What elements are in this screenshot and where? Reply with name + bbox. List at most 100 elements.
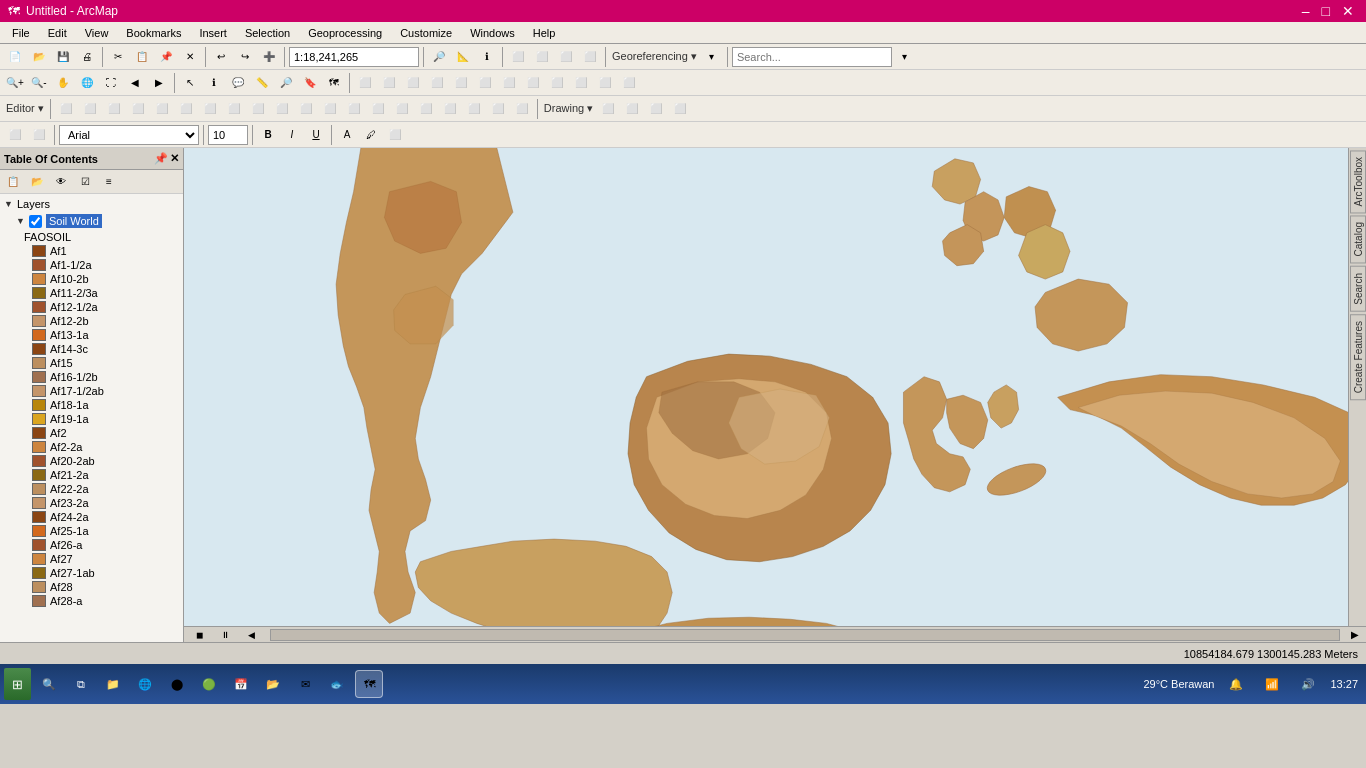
tool11[interactable]: ⬜ <box>594 72 616 94</box>
et2[interactable]: ⬜ <box>79 98 101 120</box>
editor-label[interactable]: Editor ▾ <box>4 102 46 115</box>
taskbar-app4[interactable]: ✉ <box>291 670 319 698</box>
tool3[interactable]: ⬜ <box>402 72 424 94</box>
toc-item-Af25-1a[interactable]: Af25-1a <box>0 524 183 538</box>
georef-label[interactable]: Georeferencing ▾ <box>610 50 699 63</box>
outline-btn[interactable]: ⬜ <box>384 124 406 146</box>
create-features-tab[interactable]: Create Features <box>1350 314 1366 400</box>
et17[interactable]: ⬜ <box>439 98 461 120</box>
toc-item-Af2[interactable]: Af2 <box>0 426 183 440</box>
save-btn[interactable]: 💾 <box>52 46 74 68</box>
taskbar-search-btn[interactable]: 🔍 <box>35 670 63 698</box>
et1[interactable]: ⬜ <box>55 98 77 120</box>
bookmark-btn[interactable]: 🔖 <box>299 72 321 94</box>
taskbar-app5[interactable]: 🐟 <box>323 670 351 698</box>
find-btn[interactable]: 🔎 <box>275 72 297 94</box>
toc-item-Af12-2b[interactable]: Af12-2b <box>0 314 183 328</box>
toc-item-Af16-1/2b[interactable]: Af16-1/2b <box>0 370 183 384</box>
toc-item-Af19-1a[interactable]: Af19-1a <box>0 412 183 426</box>
menu-customize[interactable]: Customize <box>392 25 460 41</box>
notification-btn[interactable]: 🔔 <box>1222 670 1250 698</box>
pan-btn[interactable]: ✋ <box>52 72 74 94</box>
tool9[interactable]: ⬜ <box>546 72 568 94</box>
toc-item-Af2-2a[interactable]: Af2-2a <box>0 440 183 454</box>
undo-btn[interactable]: ↩ <box>210 46 232 68</box>
toc-item-Af15[interactable]: Af15 <box>0 356 183 370</box>
tbtn3[interactable]: ⬜ <box>555 46 577 68</box>
et7[interactable]: ⬜ <box>199 98 221 120</box>
tool10[interactable]: ⬜ <box>570 72 592 94</box>
search-input[interactable] <box>732 47 892 67</box>
add-data-btn[interactable]: ➕ <box>258 46 280 68</box>
font-size-input[interactable] <box>208 125 248 145</box>
route-btn[interactable]: 🗺 <box>323 72 345 94</box>
map-prev-btn[interactable]: ◀ <box>240 624 262 643</box>
toc-pin-btn[interactable]: 📌 <box>154 152 168 165</box>
taskbar-app2[interactable]: 📅 <box>227 670 255 698</box>
underline-btn[interactable]: U <box>305 124 327 146</box>
forward-btn[interactable]: ▶ <box>148 72 170 94</box>
magnify-btn[interactable]: 🔎 <box>428 46 450 68</box>
scroll-right-btn[interactable]: ▶ <box>1344 624 1366 643</box>
tbtn4[interactable]: ⬜ <box>579 46 601 68</box>
toc-list-by-visibility-btn[interactable]: 👁 <box>50 171 72 193</box>
ft0[interactable]: ⬜ <box>4 124 26 146</box>
toc-item-Af18-1a[interactable]: Af18-1a <box>0 398 183 412</box>
toc-item-Af10-2b[interactable]: Af10-2b <box>0 272 183 286</box>
world-btn[interactable]: 🌐 <box>76 72 98 94</box>
et15[interactable]: ⬜ <box>391 98 413 120</box>
toc-item-Af17-1/2ab[interactable]: Af17-1/2ab <box>0 384 183 398</box>
et10[interactable]: ⬜ <box>271 98 293 120</box>
dt1[interactable]: ⬜ <box>597 98 619 120</box>
tool12[interactable]: ⬜ <box>618 72 640 94</box>
toc-item-Af27[interactable]: Af27 <box>0 552 183 566</box>
taskbar-explorer[interactable]: 📁 <box>99 670 127 698</box>
zoom-out-btn[interactable]: 🔍- <box>28 72 50 94</box>
font-color-btn[interactable]: A <box>336 124 358 146</box>
italic-btn[interactable]: I <box>281 124 303 146</box>
taskbar-chrome[interactable]: ⬤ <box>163 670 191 698</box>
et12[interactable]: ⬜ <box>319 98 341 120</box>
tool7[interactable]: ⬜ <box>498 72 520 94</box>
et6[interactable]: ⬜ <box>175 98 197 120</box>
toc-item-Af28-a[interactable]: Af28-a <box>0 594 183 608</box>
toc-list-by-drawing-btn[interactable]: 📋 <box>2 171 24 193</box>
taskbar-taskview-btn[interactable]: ⧉ <box>67 670 95 698</box>
et18[interactable]: ⬜ <box>463 98 485 120</box>
bottom-scroll-track[interactable] <box>270 629 1340 641</box>
dt3[interactable]: ⬜ <box>645 98 667 120</box>
toc-item-Af28[interactable]: Af28 <box>0 580 183 594</box>
taskbar-arcmap[interactable]: 🗺 <box>355 670 383 698</box>
scale-input[interactable] <box>289 47 419 67</box>
menu-windows[interactable]: Windows <box>462 25 523 41</box>
faosoil-item[interactable]: FAOSOIL <box>0 230 183 244</box>
et16[interactable]: ⬜ <box>415 98 437 120</box>
toc-list-by-selection-btn[interactable]: ☑ <box>74 171 96 193</box>
back-btn[interactable]: ◀ <box>124 72 146 94</box>
dt2[interactable]: ⬜ <box>621 98 643 120</box>
toc-item-Af21-2a[interactable]: Af21-2a <box>0 468 183 482</box>
et13[interactable]: ⬜ <box>343 98 365 120</box>
toc-list-by-source-btn[interactable]: 📂 <box>26 171 48 193</box>
tool1[interactable]: ⬜ <box>354 72 376 94</box>
toc-options-btn[interactable]: ≡ <box>98 171 120 193</box>
paste-btn[interactable]: 📌 <box>155 46 177 68</box>
toc-item-Af12-1/2a[interactable]: Af12-1/2a <box>0 300 183 314</box>
highlight-btn[interactable]: 🖊 <box>360 124 382 146</box>
close-button[interactable]: ✕ <box>1338 3 1358 19</box>
menu-file[interactable]: File <box>4 25 38 41</box>
tbtn1[interactable]: ⬜ <box>507 46 529 68</box>
soil-world-checkbox[interactable] <box>29 215 42 228</box>
ft1[interactable]: ⬜ <box>28 124 50 146</box>
georef-dropdown[interactable]: ▾ <box>701 46 723 68</box>
tbtn2[interactable]: ⬜ <box>531 46 553 68</box>
new-btn[interactable]: 📄 <box>4 46 26 68</box>
toc-item-Af22-2a[interactable]: Af22-2a <box>0 482 183 496</box>
full-extent-btn[interactable]: ⛶ <box>100 72 122 94</box>
soil-world-group[interactable]: ▼ Soil World <box>0 212 183 230</box>
identify2-btn[interactable]: ℹ <box>203 72 225 94</box>
network-icon[interactable]: 📶 <box>1258 670 1286 698</box>
tool5[interactable]: ⬜ <box>450 72 472 94</box>
minimize-button[interactable]: – <box>1298 3 1314 19</box>
toc-item-Af23-2a[interactable]: Af23-2a <box>0 496 183 510</box>
